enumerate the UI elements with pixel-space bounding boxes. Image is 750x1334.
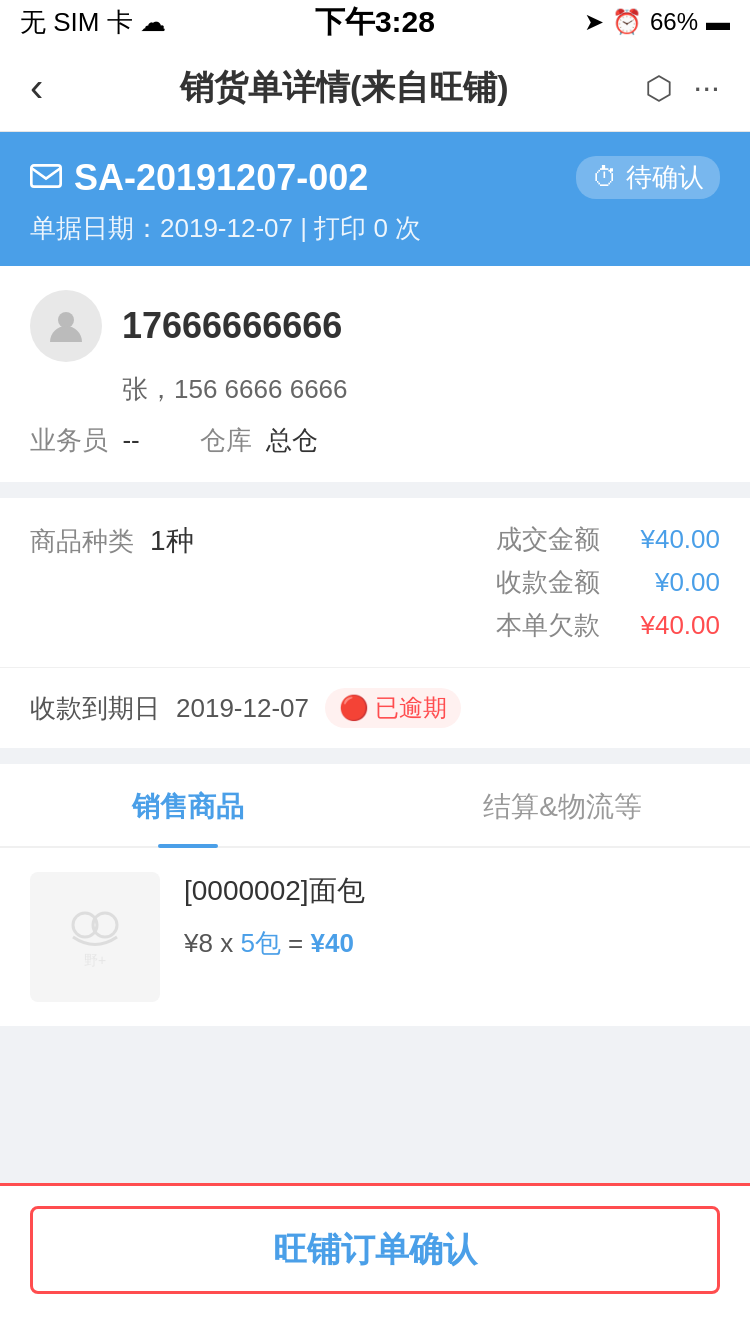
type-value: 1种 bbox=[150, 522, 194, 560]
received-label: 收款金额 bbox=[496, 565, 600, 600]
nav-bar: ‹ 销货单详情(来自旺铺) ⬡ ··· bbox=[0, 44, 750, 132]
order-id-row: SA-20191207-002 ⏱ 待确认 bbox=[30, 156, 720, 199]
status-right: ➤ ⏰ 66% ▬ bbox=[584, 8, 730, 36]
salesperson-value: -- bbox=[122, 425, 139, 455]
product-info: [0000002]面包 ¥8 x 5包 = ¥40 bbox=[184, 872, 720, 961]
nav-right: ⬡ ··· bbox=[645, 69, 720, 107]
tab-sales-products[interactable]: 销售商品 bbox=[0, 764, 375, 846]
order-status: ⏱ 待确认 bbox=[576, 156, 720, 199]
status-bar: 无 SIM 卡 ☁ 下午3:28 ➤ ⏰ 66% ▬ bbox=[0, 0, 750, 44]
page-title: 销货单详情(来自旺铺) bbox=[180, 65, 509, 111]
customer-phone: 17666666666 bbox=[122, 305, 342, 347]
product-qty: 5包 bbox=[240, 928, 280, 958]
nav-left: ‹ bbox=[30, 65, 43, 110]
due-date: 2019-12-07 bbox=[176, 693, 309, 724]
customer-name: 张，156 6666 6666 bbox=[122, 372, 720, 407]
svg-point-1 bbox=[58, 312, 74, 328]
summary-section: 商品种类 1种 成交金额 ¥40.00 收款金额 ¥0.00 本单欠款 ¥40.… bbox=[0, 498, 750, 748]
tabs-row: 销售商品 结算&物流等 bbox=[0, 764, 750, 848]
amount-label: 成交金额 bbox=[496, 522, 600, 557]
status-text: 待确认 bbox=[626, 160, 704, 195]
received-row: 收款金额 ¥0.00 bbox=[496, 565, 720, 600]
due-section: 收款到期日 2019-12-07 🔴 已逾期 bbox=[0, 667, 750, 748]
bottom-bar: 旺铺订单确认 bbox=[0, 1183, 750, 1334]
order-header: SA-20191207-002 ⏱ 待确认 单据日期：2019-12-07 | … bbox=[0, 132, 750, 266]
due-label: 收款到期日 bbox=[30, 691, 160, 726]
owed-label: 本单欠款 bbox=[496, 608, 600, 643]
tabs-section: 销售商品 结算&物流等 野+ [0000002]面包 ¥8 x 5包 = ¥40 bbox=[0, 764, 750, 1026]
order-id-icon bbox=[30, 157, 62, 199]
amount-value: ¥40.00 bbox=[620, 524, 720, 555]
type-label: 商品种类 bbox=[30, 524, 134, 559]
customer-row: 17666666666 bbox=[30, 290, 720, 362]
warehouse-label: 仓库 总仓 bbox=[200, 423, 318, 458]
svg-text:野+: 野+ bbox=[84, 952, 106, 968]
summary-right: 成交金额 ¥40.00 收款金额 ¥0.00 本单欠款 ¥40.00 bbox=[496, 522, 720, 643]
product-price: ¥8 x 5包 = ¥40 bbox=[184, 926, 720, 961]
avatar bbox=[30, 290, 102, 362]
customer-section: 17666666666 张，156 6666 6666 业务员 -- 仓库 总仓 bbox=[0, 266, 750, 482]
product-list: 野+ [0000002]面包 ¥8 x 5包 = ¥40 bbox=[0, 848, 750, 1026]
tab-settlement-logistics[interactable]: 结算&物流等 bbox=[375, 764, 750, 846]
product-total: ¥40 bbox=[310, 928, 353, 958]
product-name: [0000002]面包 bbox=[184, 872, 720, 910]
svg-rect-0 bbox=[31, 165, 60, 186]
status-clock-icon: ⏱ bbox=[592, 162, 618, 193]
price-separator: = bbox=[281, 928, 311, 958]
status-time: 下午3:28 bbox=[315, 2, 435, 43]
product-thumbnail: 野+ bbox=[30, 872, 160, 1002]
order-id: SA-20191207-002 bbox=[30, 157, 368, 199]
sim-status: 无 SIM 卡 ☁ bbox=[20, 5, 166, 40]
summary-left: 商品种类 1种 bbox=[30, 522, 194, 560]
alarm-icon: ⏰ bbox=[612, 8, 642, 36]
salesperson-label: 业务员 -- bbox=[30, 423, 140, 458]
product-item: 野+ [0000002]面包 ¥8 x 5包 = ¥40 bbox=[30, 872, 720, 1002]
overdue-icon: 🔴 bbox=[339, 694, 369, 722]
overdue-text: 已逾期 bbox=[375, 692, 447, 724]
warehouse-value: 总仓 bbox=[266, 425, 318, 455]
location-icon: ➤ bbox=[584, 8, 604, 36]
received-value: ¥0.00 bbox=[620, 567, 720, 598]
overdue-badge: 🔴 已逾期 bbox=[325, 688, 461, 728]
customer-meta: 业务员 -- 仓库 总仓 bbox=[30, 423, 720, 458]
more-icon[interactable]: ··· bbox=[693, 69, 720, 106]
order-id-text: SA-20191207-002 bbox=[74, 157, 368, 199]
back-button[interactable]: ‹ bbox=[30, 65, 43, 110]
status-left: 无 SIM 卡 ☁ bbox=[20, 5, 166, 40]
order-date: 单据日期：2019-12-07 | 打印 0 次 bbox=[30, 211, 720, 246]
battery-icon: ▬ bbox=[706, 8, 730, 36]
owed-row: 本单欠款 ¥40.00 bbox=[496, 608, 720, 643]
share-icon[interactable]: ⬡ bbox=[645, 69, 673, 107]
confirm-button[interactable]: 旺铺订单确认 bbox=[30, 1206, 720, 1294]
battery-status: 66% bbox=[650, 8, 698, 36]
price-formula: ¥8 x bbox=[184, 928, 240, 958]
amount-row: 成交金额 ¥40.00 bbox=[496, 522, 720, 557]
owed-value: ¥40.00 bbox=[620, 610, 720, 641]
